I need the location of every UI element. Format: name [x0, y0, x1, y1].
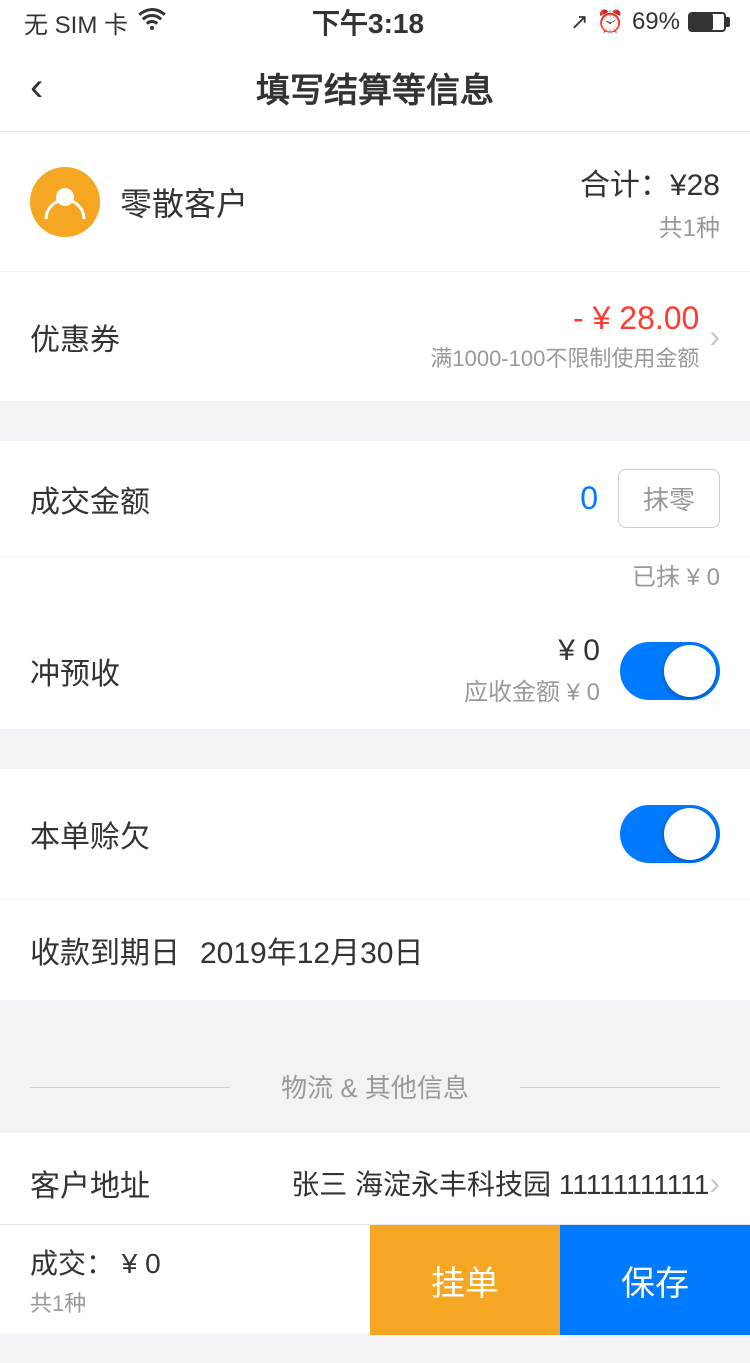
save-button[interactable]: 保存 [560, 1225, 750, 1335]
bottom-summary-top: 成交： ¥ 0 [30, 1242, 370, 1282]
customer-avatar [30, 167, 100, 237]
debt-row: 本单赊欠 [0, 769, 750, 899]
prepayment-amount: ¥ 0 [464, 634, 600, 668]
chevron-right-icon: › [709, 318, 720, 355]
logistics-line-right [520, 1087, 720, 1088]
prepayment-toggle[interactable] [620, 642, 720, 700]
logistics-line-left [30, 1087, 230, 1088]
prepayment-row: 冲预收 ¥ 0 应收金额 ¥ 0 [0, 612, 750, 729]
alarm-icon: ⏰ [597, 9, 624, 35]
customer-section: 零散客户 合计：¥28 共1种 优惠券 - ¥ 28.00 满1000-100不… [0, 132, 750, 401]
debt-toggle[interactable] [620, 805, 720, 863]
customer-right: 合计：¥28 共1种 [580, 160, 720, 243]
divider-2 [0, 749, 750, 769]
transaction-section: 成交金额 0 抹零 已抹 ¥ 0 冲预收 ¥ 0 应收金额 ¥ 0 [0, 441, 750, 729]
transaction-amount-row: 成交金额 0 抹零 [0, 441, 750, 557]
coupon-amount: - ¥ 28.00 [430, 300, 699, 337]
status-left: 无 SIM 卡 [24, 5, 166, 40]
status-right: ↗ ⏰ 69% [570, 8, 726, 36]
bottom-summary-bottom: 共1种 [30, 1286, 370, 1318]
coupon-row[interactable]: 优惠券 - ¥ 28.00 满1000-100不限制使用金额 › [0, 271, 750, 401]
transaction-already-rounded: 已抹 ¥ 0 [632, 557, 720, 592]
customer-left: 零散客户 [30, 167, 248, 237]
hold-order-button[interactable]: 挂单 [370, 1225, 560, 1335]
address-section: 客户地址 张三 海淀永丰科技园 11111111111 › [0, 1133, 750, 1233]
customer-name: 零散客户 [120, 179, 248, 225]
due-date-label: 收款到期日 [30, 928, 180, 972]
status-time: 下午3:18 [312, 2, 424, 42]
due-date-row: 收款到期日 2019年12月30日 [0, 899, 750, 1000]
transaction-amount-right: 0 抹零 [558, 469, 720, 528]
logistics-title: 物流 & 其他信息 [281, 1073, 469, 1103]
carrier-label: 无 SIM 卡 [24, 5, 128, 40]
coupon-value-block: - ¥ 28.00 满1000-100不限制使用金额 [430, 300, 699, 373]
back-button[interactable]: ‹ [30, 65, 43, 110]
bottom-summary: 成交： ¥ 0 共1种 [0, 1225, 370, 1334]
customer-row: 零散客户 合计：¥28 共1种 [0, 132, 750, 271]
debt-label: 本单赊欠 [30, 812, 150, 856]
battery-label: 69% [632, 8, 680, 36]
toggle-thumb [664, 645, 716, 697]
status-bar: 无 SIM 卡 下午3:18 ↗ ⏰ 69% [0, 0, 750, 44]
address-label: 客户地址 [30, 1161, 150, 1205]
customer-count: 共1种 [580, 208, 720, 243]
round-zero-button[interactable]: 抹零 [618, 469, 720, 528]
address-chevron-icon: › [709, 1165, 720, 1202]
battery-icon [688, 12, 726, 32]
prepayment-right: ¥ 0 应收金额 ¥ 0 [464, 634, 720, 707]
location-icon: ↗ [570, 9, 588, 35]
wifi-icon [138, 8, 166, 37]
transaction-amount-sub-row: 已抹 ¥ 0 [0, 557, 750, 612]
prepayment-amount-block: ¥ 0 应收金额 ¥ 0 [464, 634, 600, 707]
coupon-right: - ¥ 28.00 满1000-100不限制使用金额 › [430, 300, 720, 373]
logistics-header: 物流 & 其他信息 [0, 1040, 750, 1133]
address-row[interactable]: 客户地址 张三 海淀永丰科技园 11111111111 › [0, 1133, 750, 1233]
transaction-amount-label: 成交金额 [30, 477, 150, 521]
nav-bar: ‹ 填写结算等信息 [0, 44, 750, 132]
bottom-bar: 成交： ¥ 0 共1种 挂单 保存 [0, 1224, 750, 1334]
transaction-amount-value[interactable]: 0 [558, 480, 598, 517]
due-date-value[interactable]: 2019年12月30日 [200, 928, 423, 972]
divider-1 [0, 421, 750, 441]
prepayment-sub: 应收金额 ¥ 0 [464, 672, 600, 707]
debt-section: 本单赊欠 收款到期日 2019年12月30日 [0, 769, 750, 1000]
divider-3 [0, 1020, 750, 1040]
prepayment-label: 冲预收 [30, 649, 120, 693]
address-value: 张三 海淀永丰科技园 11111111111 [170, 1163, 709, 1203]
page-title: 填写结算等信息 [256, 63, 494, 112]
coupon-label: 优惠券 [30, 315, 120, 359]
customer-total: 合计：¥28 [580, 160, 720, 204]
coupon-desc: 满1000-100不限制使用金额 [430, 341, 699, 373]
toggle-thumb-2 [664, 808, 716, 860]
